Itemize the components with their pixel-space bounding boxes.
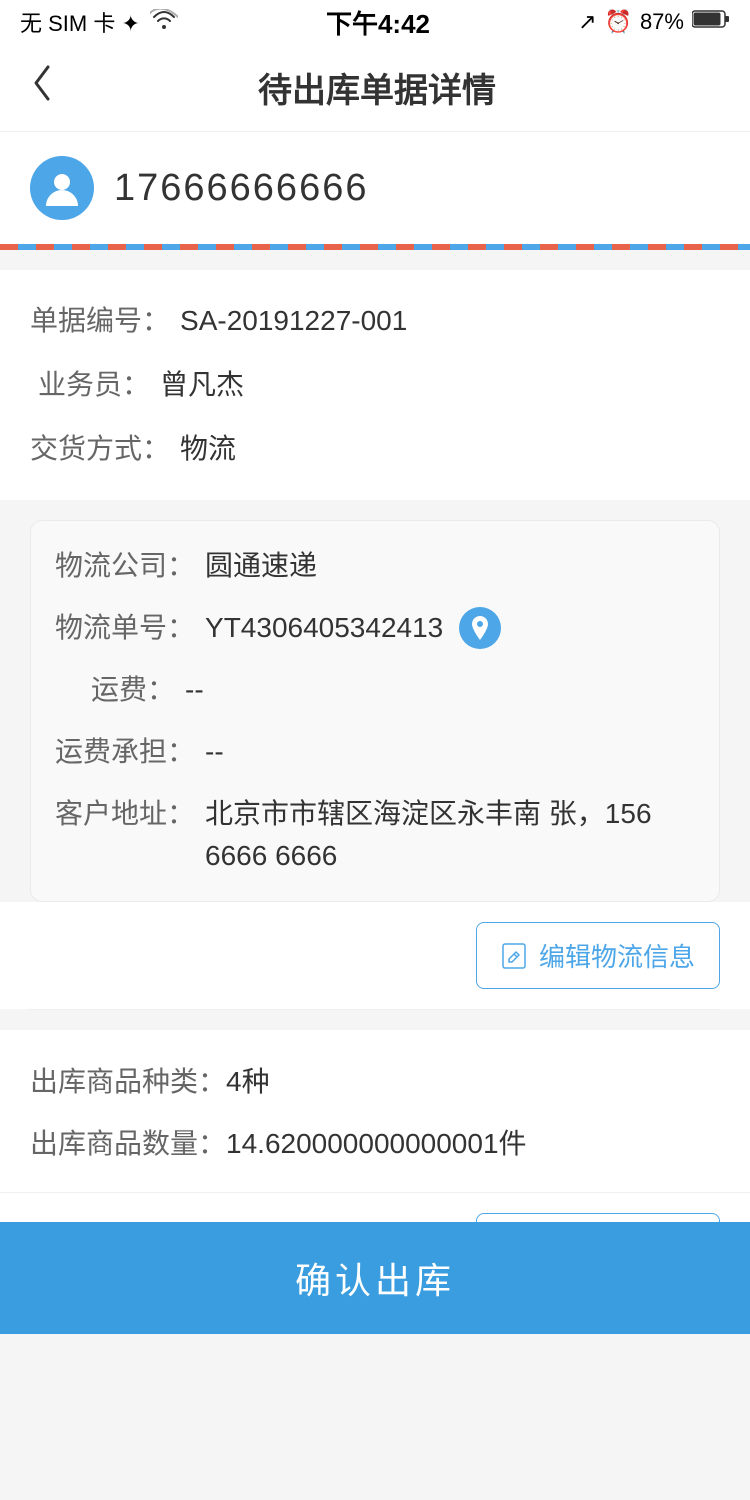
nav-bar: 待出库单据详情 (0, 44, 750, 132)
freight-bearer-value: -- (205, 731, 695, 773)
status-bar: 无 SIM 卡 ✦ 下午4:42 ↗ ⏰ 87% (0, 0, 750, 44)
status-left: 无 SIM 卡 ✦ (20, 6, 178, 38)
wifi-icon (150, 9, 178, 35)
battery-level: 87% (640, 9, 684, 35)
delivery-value: 物流 (180, 428, 720, 470)
doc-number-value: SA-20191227-001 (180, 300, 720, 342)
salesperson-label: 业务员： (30, 364, 160, 406)
freight-bearer-row: 运费承担： -- (55, 731, 695, 773)
track-location-button[interactable] (459, 607, 501, 649)
freight-value: -- (185, 669, 695, 711)
battery-icon (692, 9, 730, 35)
logistics-company-row: 物流公司： 圆通速递 (55, 545, 695, 587)
page-title: 待出库单据详情 (74, 63, 680, 112)
address-row: 客户地址： 北京市市辖区海淀区永丰南 张，156 6666 6666 (55, 793, 695, 877)
confirm-outbound-button[interactable]: 确认出库 (0, 1252, 750, 1304)
product-quantity-label: 出库商品数量： (30, 1122, 226, 1162)
logistics-card: 物流公司： 圆通速递 物流单号： YT4306405342413 运费： -- … (30, 520, 720, 902)
doc-number-label: 单据编号： (30, 300, 180, 342)
delivery-row: 交货方式： 物流 (30, 428, 720, 470)
status-right: ↗ ⏰ 87% (578, 9, 730, 35)
edit-logistics-button[interactable]: 编辑物流信息 (476, 922, 720, 989)
section-divider (30, 1009, 720, 1010)
alarm-icon: ⏰ (605, 9, 632, 35)
tracking-label: 物流单号： (55, 607, 205, 649)
address-label: 客户地址： (55, 793, 205, 835)
edit-btn-container: 编辑物流信息 (0, 902, 750, 1009)
salesperson-row: 业务员： 曾凡杰 (30, 364, 720, 406)
sim-status: 无 SIM 卡 ✦ (20, 6, 140, 38)
delivery-label: 交货方式： (30, 428, 180, 470)
user-phone: 17666666666 (114, 167, 368, 210)
confirm-btn-area: 确认出库 (0, 1222, 750, 1334)
avatar (30, 156, 94, 220)
status-time: 下午4:42 (326, 4, 430, 41)
document-info-section: 单据编号： SA-20191227-001 业务员： 曾凡杰 交货方式： 物流 (0, 270, 750, 500)
freight-bearer-label: 运费承担： (55, 731, 205, 773)
tracking-number-row: 物流单号： YT4306405342413 (55, 607, 695, 649)
dashed-divider (0, 244, 750, 250)
salesperson-value: 曾凡杰 (160, 364, 720, 406)
freight-row: 运费： -- (55, 669, 695, 711)
product-section: 出库商品种类： 4种 出库商品数量： 14.620000000000001件 (0, 1030, 750, 1192)
back-button[interactable] (30, 63, 74, 113)
freight-label: 运费： (55, 669, 185, 711)
tracking-value-container: YT4306405342413 (205, 607, 695, 649)
logistics-company-label: 物流公司： (55, 545, 205, 587)
address-value: 北京市市辖区海淀区永丰南 张，156 6666 6666 (205, 793, 695, 877)
product-quantity-value: 14.620000000000001件 (226, 1122, 527, 1162)
doc-number-row: 单据编号： SA-20191227-001 (30, 300, 720, 342)
product-type-value: 4种 (226, 1060, 270, 1100)
product-quantity-row: 出库商品数量： 14.620000000000001件 (30, 1122, 720, 1162)
location-status-icon: ↗ (578, 9, 596, 35)
logistics-company-value: 圆通速递 (205, 545, 695, 587)
user-header: 17666666666 (0, 132, 750, 244)
product-type-label: 出库商品种类： (30, 1060, 226, 1100)
tracking-number: YT4306405342413 (205, 607, 443, 649)
product-type-row: 出库商品种类： 4种 (30, 1060, 720, 1100)
edit-logistics-label: 编辑物流信息 (539, 937, 695, 974)
